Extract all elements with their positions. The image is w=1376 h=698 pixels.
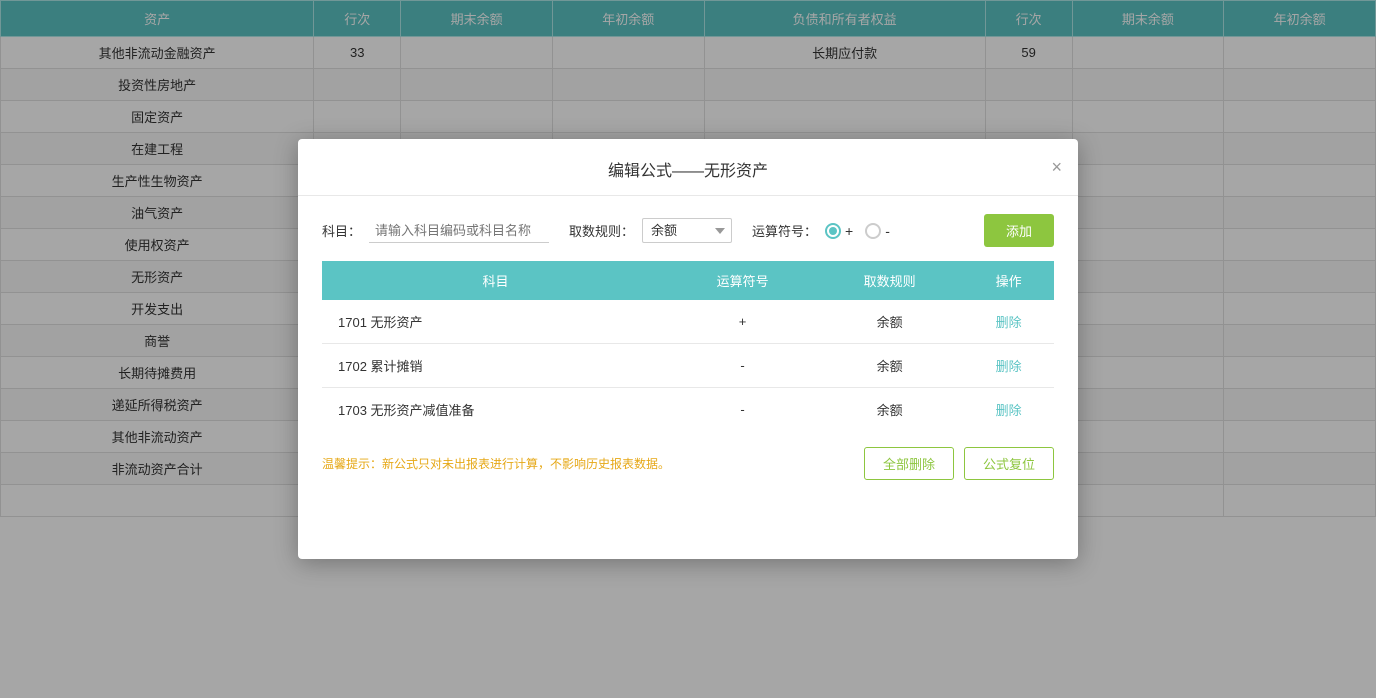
footer-tip: 温馨提示：新公式只对未出报表进行计算，不影响历史报表数据。 — [322, 455, 670, 472]
radio-minus-label: - — [885, 223, 890, 239]
table-header-rule: 取数规则 — [816, 261, 963, 300]
subject-input[interactable] — [369, 219, 549, 243]
formula-rule: 余额 — [816, 300, 963, 344]
rule-select-wrap: 余额 借方 贷方 — [642, 218, 732, 243]
radio-plus[interactable]: + — [825, 223, 853, 239]
radio-group: + - — [825, 223, 890, 239]
modal-title: 编辑公式——无形资产 — [608, 163, 768, 180]
formula-rule: 余额 — [816, 388, 963, 432]
radio-plus-label: + — [845, 223, 853, 239]
formula-row: 1701 无形资产+余额 删除 — [322, 300, 1054, 344]
formula-subject: 1702 累计摊销 — [322, 344, 669, 388]
formula-row: 1703 无形资产减值准备-余额 删除 — [322, 388, 1054, 432]
formula-action: 删除 — [963, 344, 1054, 388]
formula-subject: 1701 无形资产 — [322, 300, 669, 344]
formula-operator: - — [669, 344, 816, 388]
table-header-subject: 科目 — [322, 261, 669, 300]
table-header-action: 操作 — [963, 261, 1054, 300]
modal-header: 编辑公式——无形资产 × — [298, 139, 1078, 196]
formula-subject: 1703 无形资产减值准备 — [322, 388, 669, 432]
edit-formula-modal: 编辑公式——无形资产 × 科目： 取数规则： 余额 借方 贷方 运算符号： — [298, 139, 1078, 559]
delete-row-button[interactable]: 删除 — [996, 356, 1022, 375]
delete-row-button[interactable]: 删除 — [996, 312, 1022, 331]
form-row: 科目： 取数规则： 余额 借方 贷方 运算符号： — [298, 196, 1078, 261]
table-header-operator: 运算符号 — [669, 261, 816, 300]
modal-footer: 温馨提示：新公式只对未出报表进行计算，不影响历史报表数据。 全部删除 公式复位 — [298, 431, 1078, 480]
reset-button[interactable]: 公式复位 — [964, 447, 1054, 480]
formula-row: 1702 累计摊销-余额 删除 — [322, 344, 1054, 388]
formula-action: 删除 — [963, 300, 1054, 344]
formula-action: 删除 — [963, 388, 1054, 432]
footer-buttons: 全部删除 公式复位 — [864, 447, 1054, 480]
subject-group: 科目： — [322, 219, 549, 243]
operator-group: 运算符号： + - — [752, 221, 890, 240]
radio-minus[interactable]: - — [865, 223, 890, 239]
rule-label: 取数规则： — [569, 221, 634, 240]
add-button[interactable]: 添加 — [984, 214, 1054, 247]
delete-all-button[interactable]: 全部删除 — [864, 447, 954, 480]
formula-operator: - — [669, 388, 816, 432]
formula-rule: 余额 — [816, 344, 963, 388]
close-button[interactable]: × — [1051, 158, 1062, 176]
delete-row-button[interactable]: 删除 — [996, 400, 1022, 419]
formula-table: 科目 运算符号 取数规则 操作 1701 无形资产+余额删除1702 累计摊销-… — [322, 261, 1054, 431]
operator-label: 运算符号： — [752, 221, 817, 240]
rule-select[interactable]: 余额 借方 贷方 — [642, 218, 732, 243]
formula-operator: + — [669, 300, 816, 344]
radio-minus-circle — [865, 223, 881, 239]
rule-group: 取数规则： 余额 借方 贷方 — [569, 218, 732, 243]
modal-overlay: 编辑公式——无形资产 × 科目： 取数规则： 余额 借方 贷方 运算符号： — [0, 0, 1376, 698]
subject-label: 科目： — [322, 221, 361, 240]
data-table-wrap: 科目 运算符号 取数规则 操作 1701 无形资产+余额删除1702 累计摊销-… — [298, 261, 1078, 431]
radio-plus-circle — [825, 223, 841, 239]
